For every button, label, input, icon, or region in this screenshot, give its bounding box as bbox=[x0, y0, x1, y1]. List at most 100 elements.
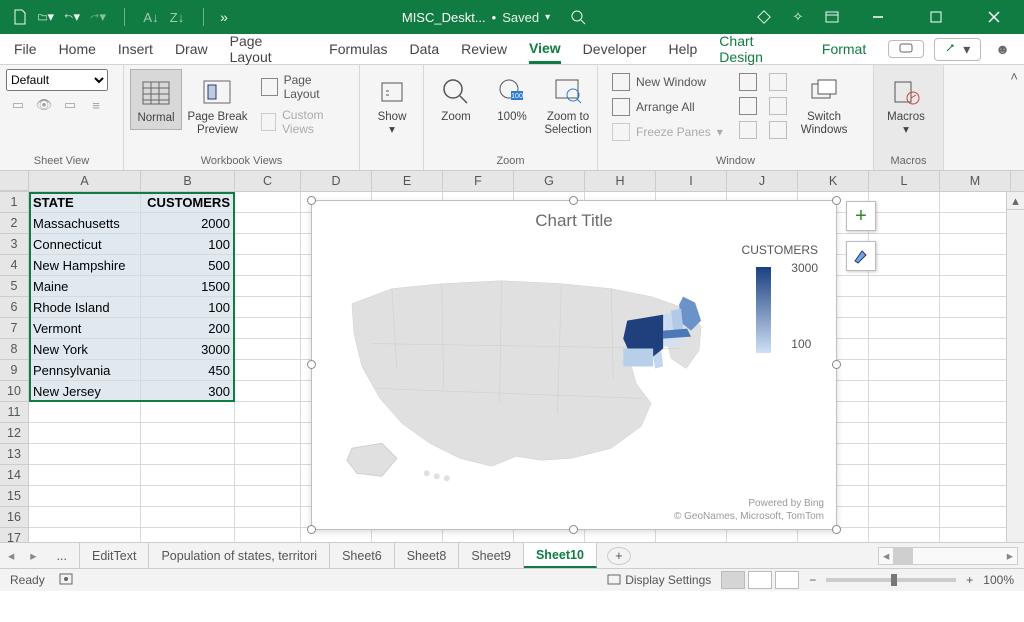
row-header[interactable]: 12 bbox=[0, 423, 29, 444]
row-header[interactable]: 1 bbox=[0, 192, 29, 213]
cell-H17[interactable] bbox=[585, 528, 656, 542]
row-header[interactable]: 11 bbox=[0, 402, 29, 423]
cell-M12[interactable] bbox=[940, 423, 1011, 444]
col-header-G[interactable]: G bbox=[514, 171, 585, 191]
cell-A17[interactable] bbox=[29, 528, 141, 542]
unhide-icon[interactable] bbox=[739, 121, 757, 139]
cell-M10[interactable] bbox=[940, 381, 1011, 402]
cell-M2[interactable] bbox=[940, 213, 1011, 234]
row-header[interactable]: 6 bbox=[0, 297, 29, 318]
tab-help[interactable]: Help bbox=[669, 34, 698, 64]
col-header-I[interactable]: I bbox=[656, 171, 727, 191]
cell-C7[interactable] bbox=[235, 318, 301, 339]
cell-A16[interactable] bbox=[29, 507, 141, 528]
cell-A3[interactable]: Connecticut bbox=[29, 234, 141, 255]
comments-button[interactable] bbox=[888, 40, 924, 58]
cell-M16[interactable] bbox=[940, 507, 1011, 528]
sheet-tab-sheet9[interactable]: Sheet9 bbox=[459, 543, 524, 568]
col-header-A[interactable]: A bbox=[29, 171, 141, 191]
select-all-corner[interactable] bbox=[0, 171, 29, 191]
row-header[interactable]: 9 bbox=[0, 360, 29, 381]
cell-B3[interactable]: 100 bbox=[141, 234, 235, 255]
switch-windows-button[interactable]: Switch Windows bbox=[795, 69, 854, 141]
sheet-tab-sheet10[interactable]: Sheet10 bbox=[524, 543, 597, 568]
row-header[interactable]: 7 bbox=[0, 318, 29, 339]
macro-record-icon[interactable] bbox=[59, 572, 75, 589]
cell-A5[interactable]: Maine bbox=[29, 276, 141, 297]
tab-insert[interactable]: Insert bbox=[118, 34, 153, 64]
cell-M1[interactable] bbox=[940, 192, 1011, 213]
cell-A7[interactable]: Vermont bbox=[29, 318, 141, 339]
cell-M13[interactable] bbox=[940, 444, 1011, 465]
cell-M14[interactable] bbox=[940, 465, 1011, 486]
cell-L10[interactable] bbox=[869, 381, 940, 402]
reset-pos-icon[interactable] bbox=[769, 121, 787, 139]
cell-L5[interactable] bbox=[869, 276, 940, 297]
minimize-button[interactable] bbox=[858, 3, 898, 31]
new-sheet-button[interactable]: + bbox=[607, 547, 631, 565]
cell-M8[interactable] bbox=[940, 339, 1011, 360]
cell-C9[interactable] bbox=[235, 360, 301, 381]
view-side-icon[interactable] bbox=[769, 73, 787, 91]
page-break-view-icon[interactable] bbox=[775, 571, 799, 589]
row-header[interactable]: 16 bbox=[0, 507, 29, 528]
map-chart[interactable]: Chart Title CUSTOMERS 3000 100 bbox=[311, 200, 837, 530]
collapse-ribbon-icon[interactable]: ˄ bbox=[1010, 69, 1018, 84]
diamond-icon[interactable] bbox=[756, 9, 772, 25]
tab-developer[interactable]: Developer bbox=[583, 34, 647, 64]
cell-L6[interactable] bbox=[869, 297, 940, 318]
chart-title[interactable]: Chart Title bbox=[312, 211, 836, 231]
cell-A10[interactable]: New Jersey bbox=[29, 381, 141, 402]
cell-C16[interactable] bbox=[235, 507, 301, 528]
zoom-out-button[interactable]: − bbox=[809, 573, 816, 587]
zoom-slider[interactable] bbox=[826, 578, 956, 582]
cell-L12[interactable] bbox=[869, 423, 940, 444]
col-header-B[interactable]: B bbox=[141, 171, 235, 191]
cell-A6[interactable]: Rhode Island bbox=[29, 297, 141, 318]
cell-B10[interactable]: 300 bbox=[141, 381, 235, 402]
new-window-button[interactable]: New Window bbox=[608, 71, 727, 93]
zoom-100-button[interactable]: 100 100% bbox=[486, 69, 538, 128]
cell-M9[interactable] bbox=[940, 360, 1011, 381]
cell-L13[interactable] bbox=[869, 444, 940, 465]
cell-M11[interactable] bbox=[940, 402, 1011, 423]
tab-data[interactable]: Data bbox=[410, 34, 440, 64]
cell-J17[interactable] bbox=[727, 528, 798, 542]
macros-button[interactable]: Macros▾ bbox=[880, 69, 932, 141]
display-settings-button[interactable]: Display Settings bbox=[607, 573, 711, 587]
cell-L3[interactable] bbox=[869, 234, 940, 255]
cell-B11[interactable] bbox=[141, 402, 235, 423]
chevron-down-icon[interactable]: ▾ bbox=[545, 12, 550, 23]
cell-E17[interactable] bbox=[372, 528, 443, 542]
vertical-scrollbar[interactable]: ▴ bbox=[1006, 192, 1024, 542]
row-header[interactable]: 5 bbox=[0, 276, 29, 297]
zoom-in-button[interactable]: + bbox=[966, 573, 973, 587]
cell-C14[interactable] bbox=[235, 465, 301, 486]
cell-M17[interactable] bbox=[940, 528, 1011, 542]
cell-B9[interactable]: 450 bbox=[141, 360, 235, 381]
cell-B13[interactable] bbox=[141, 444, 235, 465]
cell-A8[interactable]: New York bbox=[29, 339, 141, 360]
col-header-K[interactable]: K bbox=[798, 171, 869, 191]
cell-C17[interactable] bbox=[235, 528, 301, 542]
tab-review[interactable]: Review bbox=[461, 34, 507, 64]
redo-icon[interactable]: ▾ bbox=[90, 9, 106, 25]
cell-L11[interactable] bbox=[869, 402, 940, 423]
cell-C12[interactable] bbox=[235, 423, 301, 444]
col-header-E[interactable]: E bbox=[372, 171, 443, 191]
cell-B4[interactable]: 500 bbox=[141, 255, 235, 276]
tab-formulas[interactable]: Formulas bbox=[329, 34, 387, 64]
cell-M7[interactable] bbox=[940, 318, 1011, 339]
col-header-H[interactable]: H bbox=[585, 171, 656, 191]
page-break-preview-button[interactable]: Page Break Preview bbox=[186, 69, 249, 141]
cell-L16[interactable] bbox=[869, 507, 940, 528]
qat-more-icon[interactable]: » bbox=[216, 9, 232, 25]
cell-B8[interactable]: 3000 bbox=[141, 339, 235, 360]
cell-I17[interactable] bbox=[656, 528, 727, 542]
magic-icon[interactable]: ✧ bbox=[790, 9, 806, 25]
zoom-to-selection-button[interactable]: Zoom to Selection bbox=[542, 69, 594, 141]
cell-F17[interactable] bbox=[443, 528, 514, 542]
sheet-view-dropdown[interactable]: Default bbox=[6, 69, 108, 91]
options-icon[interactable]: ≡ bbox=[88, 97, 104, 113]
tab-format[interactable]: Format bbox=[822, 34, 866, 64]
